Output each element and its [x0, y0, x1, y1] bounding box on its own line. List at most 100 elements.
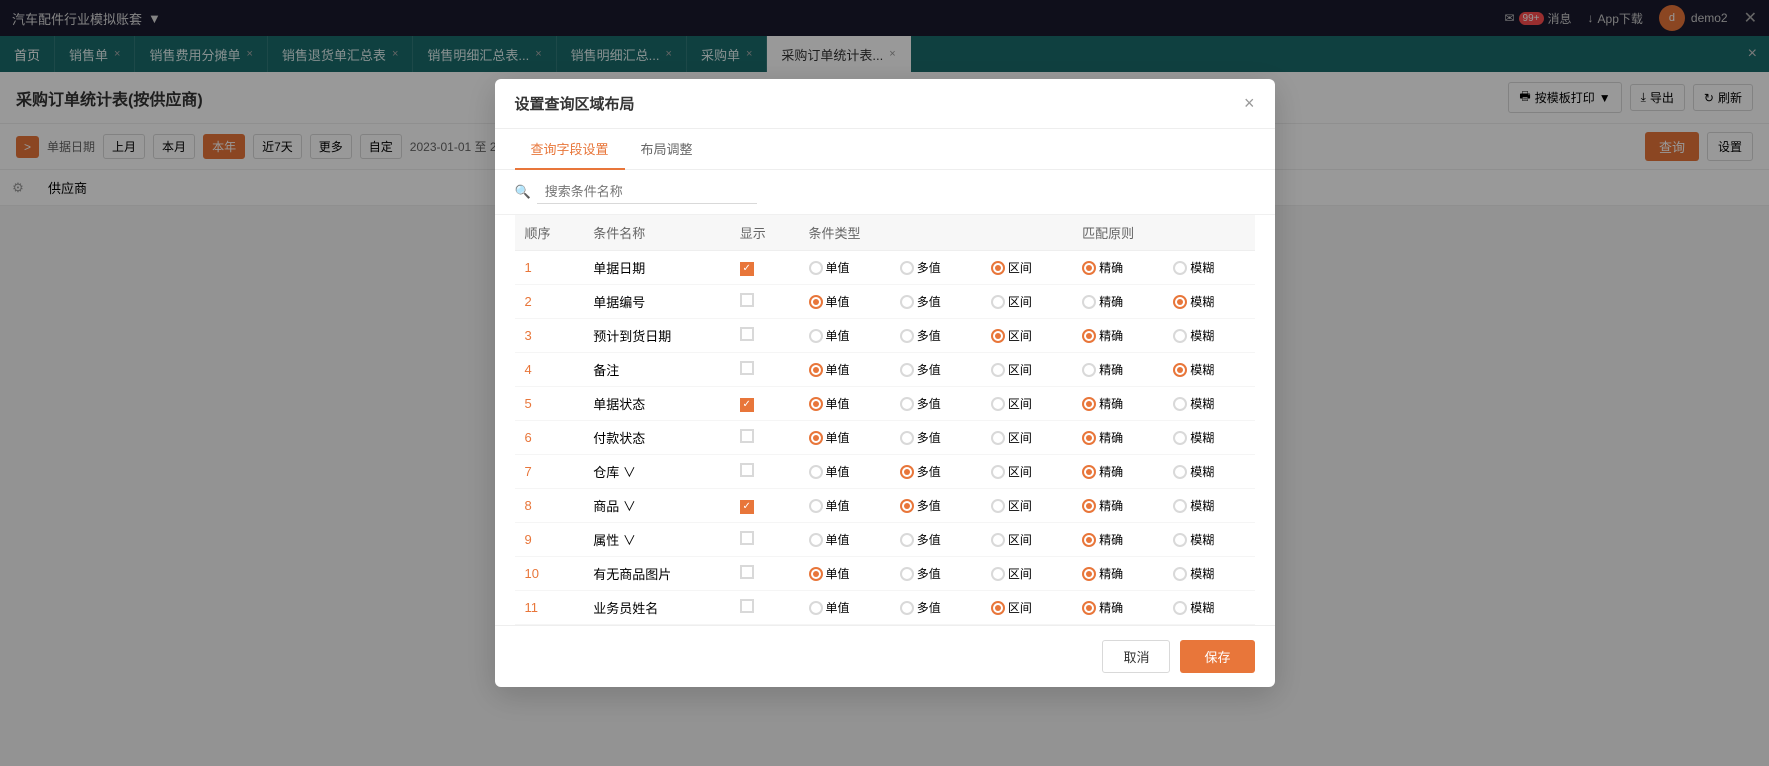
radio-type-item[interactable]: 单值 — [809, 395, 880, 412]
cell-match-模糊[interactable]: 模糊 — [1163, 319, 1254, 353]
tab-query-fields[interactable]: 查询字段设置 — [515, 129, 625, 170]
radio-type-item[interactable]: 单值 — [809, 565, 880, 582]
radio-type-item[interactable]: 区间 — [991, 463, 1062, 480]
radio-type-item[interactable]: 多值 — [900, 395, 971, 412]
radio-type-item[interactable]: 多值 — [900, 293, 971, 310]
radio-type-item[interactable]: 区间 — [991, 259, 1062, 276]
radio-match-item[interactable]: 模糊 — [1173, 429, 1244, 446]
display-checkbox[interactable] — [740, 293, 754, 307]
radio-match-item[interactable]: 精确 — [1082, 327, 1153, 344]
radio-match-item[interactable]: 精确 — [1082, 259, 1153, 276]
radio-type-item[interactable]: 单值 — [809, 361, 880, 378]
cell-match-精确[interactable]: 精确 — [1072, 319, 1163, 353]
cell-type-多值[interactable]: 多值 — [890, 523, 981, 557]
radio-circle[interactable] — [991, 533, 1005, 547]
cell-display[interactable] — [730, 421, 799, 455]
radio-circle[interactable] — [1082, 499, 1096, 513]
cell-type-多值[interactable]: 多值 — [890, 353, 981, 387]
radio-circle[interactable] — [991, 465, 1005, 479]
radio-circle[interactable] — [809, 499, 823, 513]
cell-type-多值[interactable]: 多值 — [890, 489, 981, 523]
radio-type-item[interactable]: 单值 — [809, 327, 880, 344]
radio-circle[interactable] — [900, 431, 914, 445]
cell-match-模糊[interactable]: 模糊 — [1163, 387, 1254, 421]
radio-match-item[interactable]: 精确 — [1082, 429, 1153, 446]
display-checkbox[interactable] — [740, 500, 754, 514]
radio-circle[interactable] — [900, 295, 914, 309]
radio-type-item[interactable]: 多值 — [900, 361, 971, 378]
radio-type-item[interactable]: 区间 — [991, 361, 1062, 378]
cell-match-精确[interactable]: 精确 — [1072, 387, 1163, 421]
radio-circle[interactable] — [900, 329, 914, 343]
cell-type-区间[interactable]: 区间 — [981, 591, 1072, 625]
cell-match-模糊[interactable]: 模糊 — [1163, 353, 1254, 387]
radio-match-item[interactable]: 模糊 — [1173, 259, 1244, 276]
cell-match-精确[interactable]: 精确 — [1072, 557, 1163, 591]
radio-type-item[interactable]: 区间 — [991, 565, 1062, 582]
radio-circle[interactable] — [900, 261, 914, 275]
radio-circle[interactable] — [991, 363, 1005, 377]
display-checkbox[interactable] — [740, 565, 754, 579]
radio-circle[interactable] — [809, 601, 823, 615]
cell-type-区间[interactable]: 区间 — [981, 557, 1072, 591]
radio-match-item[interactable]: 模糊 — [1173, 565, 1244, 582]
radio-circle[interactable] — [900, 363, 914, 377]
radio-type-item[interactable]: 多值 — [900, 531, 971, 548]
radio-circle[interactable] — [809, 567, 823, 581]
radio-match-item[interactable]: 精确 — [1082, 293, 1153, 310]
cell-type-多值[interactable]: 多值 — [890, 455, 981, 489]
radio-circle[interactable] — [991, 261, 1005, 275]
radio-match-item[interactable]: 精确 — [1082, 565, 1153, 582]
radio-match-item[interactable]: 模糊 — [1173, 361, 1244, 378]
radio-circle[interactable] — [991, 567, 1005, 581]
radio-circle[interactable] — [1082, 295, 1096, 309]
cell-match-精确[interactable]: 精确 — [1072, 353, 1163, 387]
display-checkbox[interactable] — [740, 429, 754, 443]
radio-type-item[interactable]: 多值 — [900, 463, 971, 480]
cell-type-区间[interactable]: 区间 — [981, 353, 1072, 387]
radio-match-item[interactable]: 模糊 — [1173, 395, 1244, 412]
cell-display[interactable] — [730, 387, 799, 421]
radio-circle[interactable] — [1082, 329, 1096, 343]
radio-circle[interactable] — [1082, 431, 1096, 445]
radio-circle[interactable] — [1173, 431, 1187, 445]
radio-circle[interactable] — [809, 363, 823, 377]
radio-type-item[interactable]: 区间 — [991, 531, 1062, 548]
display-checkbox[interactable] — [740, 463, 754, 477]
display-checkbox[interactable] — [740, 531, 754, 545]
cell-match-模糊[interactable]: 模糊 — [1163, 251, 1254, 285]
cell-type-区间[interactable]: 区间 — [981, 489, 1072, 523]
radio-match-item[interactable]: 模糊 — [1173, 463, 1244, 480]
cell-type-多值[interactable]: 多值 — [890, 421, 981, 455]
radio-match-item[interactable]: 模糊 — [1173, 531, 1244, 548]
cell-type-单值[interactable]: 单值 — [799, 455, 890, 489]
radio-circle[interactable] — [900, 601, 914, 615]
radio-match-item[interactable]: 模糊 — [1173, 293, 1244, 310]
cell-type-单值[interactable]: 单值 — [799, 353, 890, 387]
radio-circle[interactable] — [809, 431, 823, 445]
radio-circle[interactable] — [991, 329, 1005, 343]
radio-circle[interactable] — [1173, 295, 1187, 309]
cell-display[interactable] — [730, 319, 799, 353]
radio-type-item[interactable]: 单值 — [809, 293, 880, 310]
cell-type-多值[interactable]: 多值 — [890, 251, 981, 285]
radio-type-item[interactable]: 单值 — [809, 259, 880, 276]
cell-type-单值[interactable]: 单值 — [799, 285, 890, 319]
cell-type-区间[interactable]: 区间 — [981, 387, 1072, 421]
radio-circle[interactable] — [991, 601, 1005, 615]
radio-circle[interactable] — [809, 329, 823, 343]
cell-type-多值[interactable]: 多值 — [890, 319, 981, 353]
radio-circle[interactable] — [809, 465, 823, 479]
radio-type-item[interactable]: 多值 — [900, 259, 971, 276]
radio-match-item[interactable]: 精确 — [1082, 497, 1153, 514]
cell-type-单值[interactable]: 单值 — [799, 251, 890, 285]
radio-match-item[interactable]: 精确 — [1082, 395, 1153, 412]
radio-circle[interactable] — [1173, 499, 1187, 513]
cell-type-单值[interactable]: 单值 — [799, 319, 890, 353]
cell-match-精确[interactable]: 精确 — [1072, 523, 1163, 557]
cell-match-精确[interactable]: 精确 — [1072, 251, 1163, 285]
radio-type-item[interactable]: 单值 — [809, 599, 880, 616]
radio-match-item[interactable]: 精确 — [1082, 599, 1153, 616]
radio-circle[interactable] — [991, 397, 1005, 411]
radio-type-item[interactable]: 单值 — [809, 531, 880, 548]
